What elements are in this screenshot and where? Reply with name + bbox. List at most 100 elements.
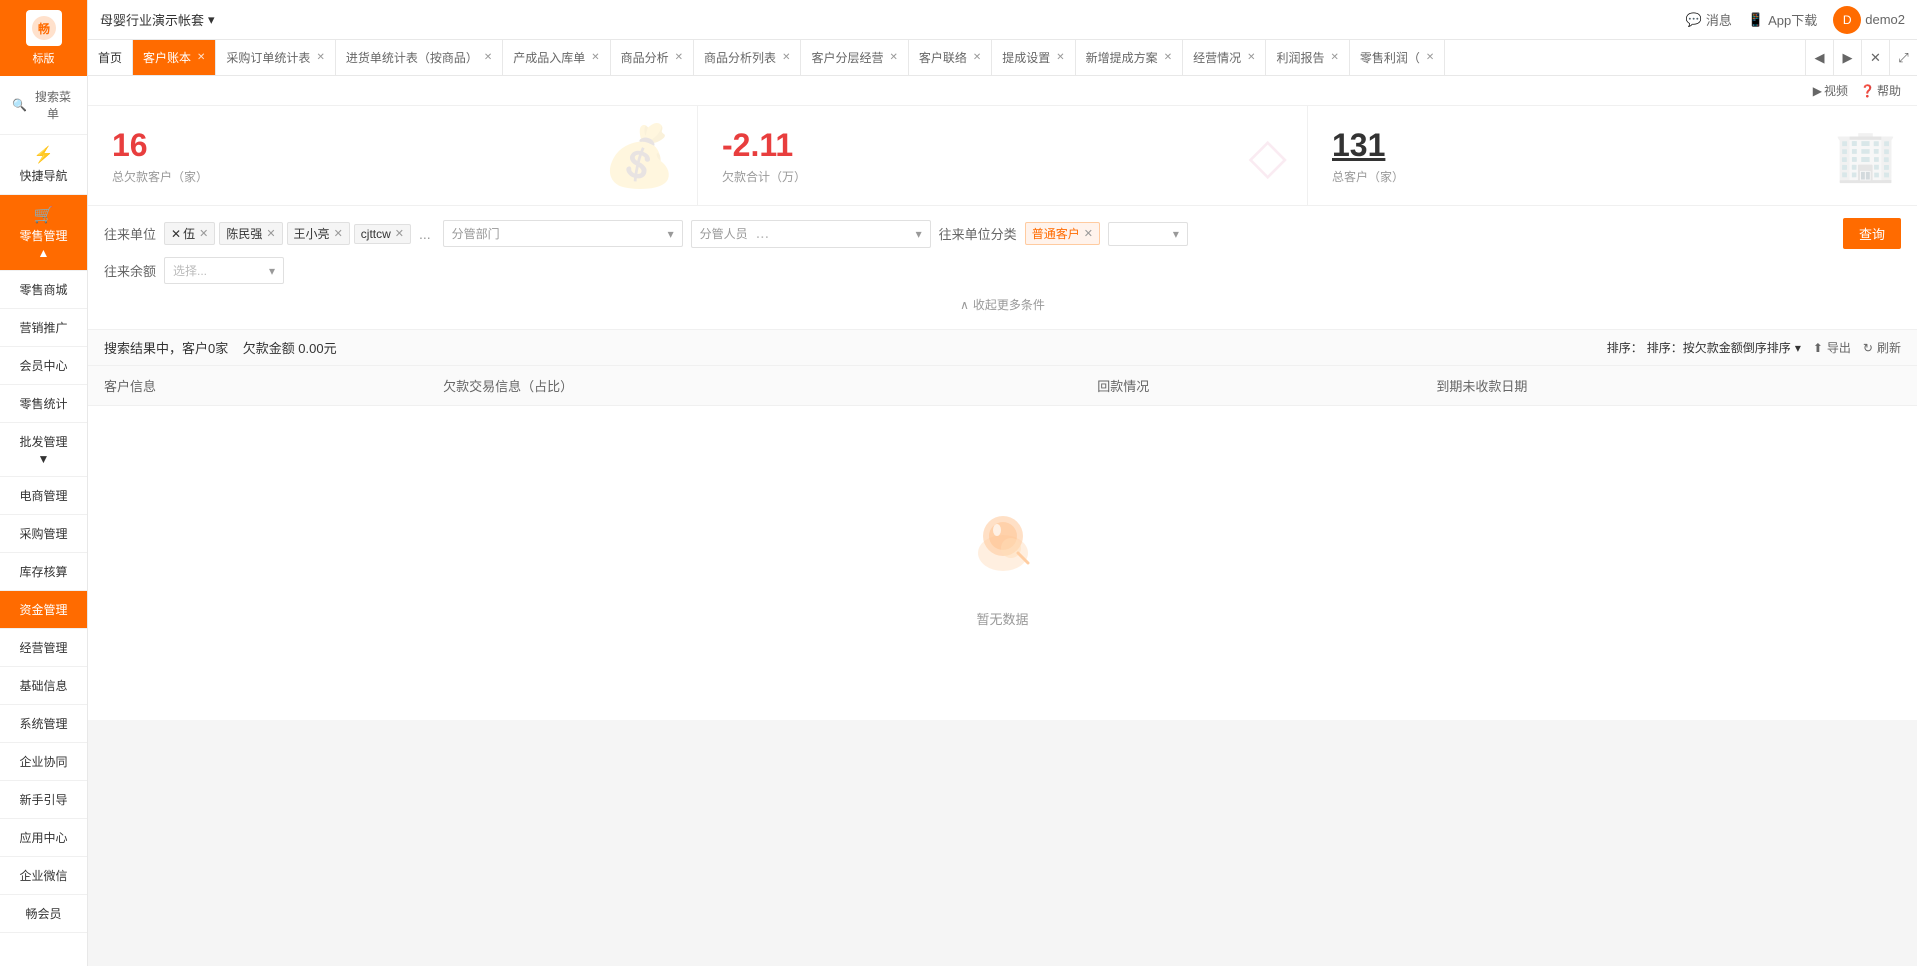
empty-icon (963, 498, 1043, 597)
tab-customer-account[interactable]: 客户账本 ✕ (133, 40, 216, 76)
person-filter-clear[interactable]: ... (756, 225, 769, 243)
export-button[interactable]: ⬆ 导出 (1813, 339, 1851, 356)
empty-state: 暂无数据 (104, 418, 1901, 708)
stat-bg-icon-amount: ◇ (1249, 127, 1287, 185)
tab-new-improvement-plan-close[interactable]: ✕ (1164, 52, 1172, 63)
help-button[interactable]: ❓ 帮助 (1860, 82, 1901, 99)
unit-tag-3-close[interactable]: ✕ (334, 227, 343, 240)
tab-profit-report[interactable]: 利润报告 ✕ (1266, 40, 1349, 76)
col-repayment: 回款情况 (1081, 366, 1420, 406)
marketing-label: 营销推广 (19, 319, 67, 336)
balance-placeholder: 选择... (173, 262, 207, 279)
sort-label: 排序： (1607, 339, 1643, 356)
sidebar-item-inventory[interactable]: 库存核算 (0, 553, 87, 591)
logo-text: 标版 (33, 50, 55, 66)
tab-maximize-button[interactable]: ⤢ (1889, 40, 1917, 76)
tab-profit-report-close[interactable]: ✕ (1331, 52, 1339, 63)
col-customer-info: 客户信息 (88, 366, 427, 406)
tab-next-button[interactable]: ▶ (1833, 40, 1861, 76)
user-profile[interactable]: D demo2 (1833, 6, 1905, 34)
tab-product-inbound[interactable]: 产成品入库单 ✕ (503, 40, 610, 76)
unit-tag-2-close[interactable]: ✕ (266, 227, 275, 240)
tab-improve-settings-close[interactable]: ✕ (1056, 52, 1064, 63)
tab-product-analysis-list[interactable]: 商品分析列表 ✕ (694, 40, 801, 76)
sidebar-item-new-guide[interactable]: 新手引导 (0, 781, 87, 819)
tab-product-analysis[interactable]: 商品分析 ✕ (611, 40, 694, 76)
tab-product-analysis-list-close[interactable]: ✕ (782, 52, 790, 63)
tab-purchase-order-stats[interactable]: 采购订单统计表 ✕ (216, 40, 335, 76)
tab-nav-buttons: ◀ ▶ ✕ ⤢ (1805, 40, 1917, 76)
collapse-button[interactable]: ∧ 收起更多条件 (960, 296, 1045, 313)
sidebar-item-purchase[interactable]: 采购管理 (0, 515, 87, 553)
tab-purchase-stats-by-product[interactable]: 进货单统计表（按商品） ✕ (336, 40, 503, 76)
tab-product-inbound-close[interactable]: ✕ (591, 52, 599, 63)
app-download-button[interactable]: 📱 App下载 (1748, 10, 1817, 29)
tab-customer-account-close[interactable]: ✕ (197, 52, 205, 63)
tab-purchase-stats-by-product-label: 进货单统计表（按商品） (346, 49, 478, 66)
sidebar-item-app-center[interactable]: 应用中心 (0, 819, 87, 857)
sidebar: 畅 标版 🔍 搜索菜单 ⚡ 快捷导航 🛒 零售管理 ▲ 零售商城 营销推广 会员… (0, 0, 88, 966)
tab-new-improvement-plan[interactable]: 新增提成方案 ✕ (1076, 40, 1183, 76)
sidebar-item-finance[interactable]: 资金管理 (0, 591, 87, 629)
video-help-button[interactable]: ▶ 视频 (1813, 82, 1848, 99)
unit-tags-more[interactable]: ... (415, 224, 435, 244)
sidebar-item-sys-mgmt[interactable]: 系统管理 (0, 705, 87, 743)
tab-close-all-button[interactable]: ✕ (1861, 40, 1889, 76)
unit-class-tag-1-close[interactable]: ✕ (1084, 227, 1093, 240)
tab-profit-report-label: 利润报告 (1276, 49, 1324, 66)
tab-prev-button[interactable]: ◀ (1805, 40, 1833, 76)
tab-purchase-stats-close[interactable]: ✕ (484, 52, 492, 63)
sidebar-item-retail-mgmt[interactable]: 🛒 零售管理 ▲ (0, 195, 87, 271)
search-menu-button[interactable]: 🔍 搜索菜单 (8, 84, 79, 126)
sort-select[interactable]: 排序： 排序：按欠款金额倒序排序 ▾ (1607, 339, 1801, 356)
filter-row-2: 往来余额 选择... ▾ (104, 257, 1901, 284)
sidebar-item-retail-mall[interactable]: 零售商城 (0, 271, 87, 309)
inventory-label: 库存核算 (19, 563, 67, 580)
tab-customer-contact[interactable]: 客户联络 ✕ (909, 40, 992, 76)
sidebar-item-retail-stats[interactable]: 零售统计 (0, 385, 87, 423)
tab-purchase-order-stats-label: 采购订单统计表 (226, 49, 310, 66)
total-customers-label: 总客户（家） (1332, 168, 1404, 185)
tab-retail-profit[interactable]: 零售利润（ ✕ (1350, 40, 1445, 76)
overdue-amount-value: -2.11 (722, 126, 793, 164)
tab-customer-segmentation-close[interactable]: ✕ (889, 52, 897, 63)
person-filter-select[interactable]: 分管人员 ... ▾ (691, 220, 931, 248)
tab-customer-contact-close[interactable]: ✕ (973, 52, 981, 63)
sidebar-item-marketing[interactable]: 营销推广 (0, 309, 87, 347)
sidebar-item-enterprise-coop[interactable]: 企业协同 (0, 743, 87, 781)
refresh-button[interactable]: ↻ 刷新 (1863, 339, 1901, 356)
tab-retail-profit-close[interactable]: ✕ (1426, 52, 1434, 63)
sidebar-item-operations[interactable]: 经营管理 (0, 629, 87, 667)
tab-customer-segmentation[interactable]: 客户分层经营 ✕ (801, 40, 908, 76)
quick-nav-label: 快捷导航 (19, 167, 67, 184)
svg-text:畅: 畅 (37, 21, 49, 36)
sidebar-item-enterprise-wechat[interactable]: 企业微信 (0, 857, 87, 895)
dept-filter-select[interactable]: 分管部门 ▾ (443, 220, 683, 247)
tab-operations-status-close[interactable]: ✕ (1247, 52, 1255, 63)
balance-filter-select[interactable]: 选择... ▾ (164, 257, 284, 284)
unit-tag-3: 王小亮 ✕ (287, 222, 350, 245)
sidebar-item-member-center[interactable]: 会员中心 (0, 347, 87, 385)
query-button[interactable]: 查询 (1843, 218, 1901, 249)
sidebar-item-wholesale-mgmt[interactable]: 批发管理 ▼ (0, 423, 87, 477)
tab-improve-settings[interactable]: 提成设置 ✕ (992, 40, 1075, 76)
sidebar-item-quick-nav[interactable]: ⚡ 快捷导航 (0, 135, 87, 195)
sidebar-item-member[interactable]: 畅会员 (0, 895, 87, 933)
empty-text: 暂无数据 (976, 609, 1028, 628)
tab-purchase-order-stats-close[interactable]: ✕ (316, 52, 324, 63)
unit-tag-1-close[interactable]: ✕ (199, 227, 208, 240)
tab-product-analysis-close[interactable]: ✕ (675, 52, 683, 63)
balance-filter-arrow: ▾ (269, 264, 275, 278)
unit-class-filter-label: 往来单位分类 (939, 224, 1017, 243)
tab-operations-status[interactable]: 经营情况 ✕ (1183, 40, 1266, 76)
org-selector[interactable]: 母婴行业演示帐套 ▾ (100, 10, 215, 29)
tab-home[interactable]: 首页 (88, 40, 133, 76)
unit-tag-4-close[interactable]: ✕ (395, 227, 404, 240)
finance-label: 资金管理 (19, 601, 67, 618)
sidebar-item-ecommerce[interactable]: 电商管理 (0, 477, 87, 515)
sidebar-item-basic-info[interactable]: 基础信息 (0, 667, 87, 705)
video-icon: ▶ (1813, 84, 1822, 98)
balance-filter-label: 往来余额 (104, 261, 156, 280)
message-button[interactable]: 💬 消息 (1686, 10, 1732, 29)
unit-class-filter-select[interactable]: ▾ (1108, 222, 1188, 246)
